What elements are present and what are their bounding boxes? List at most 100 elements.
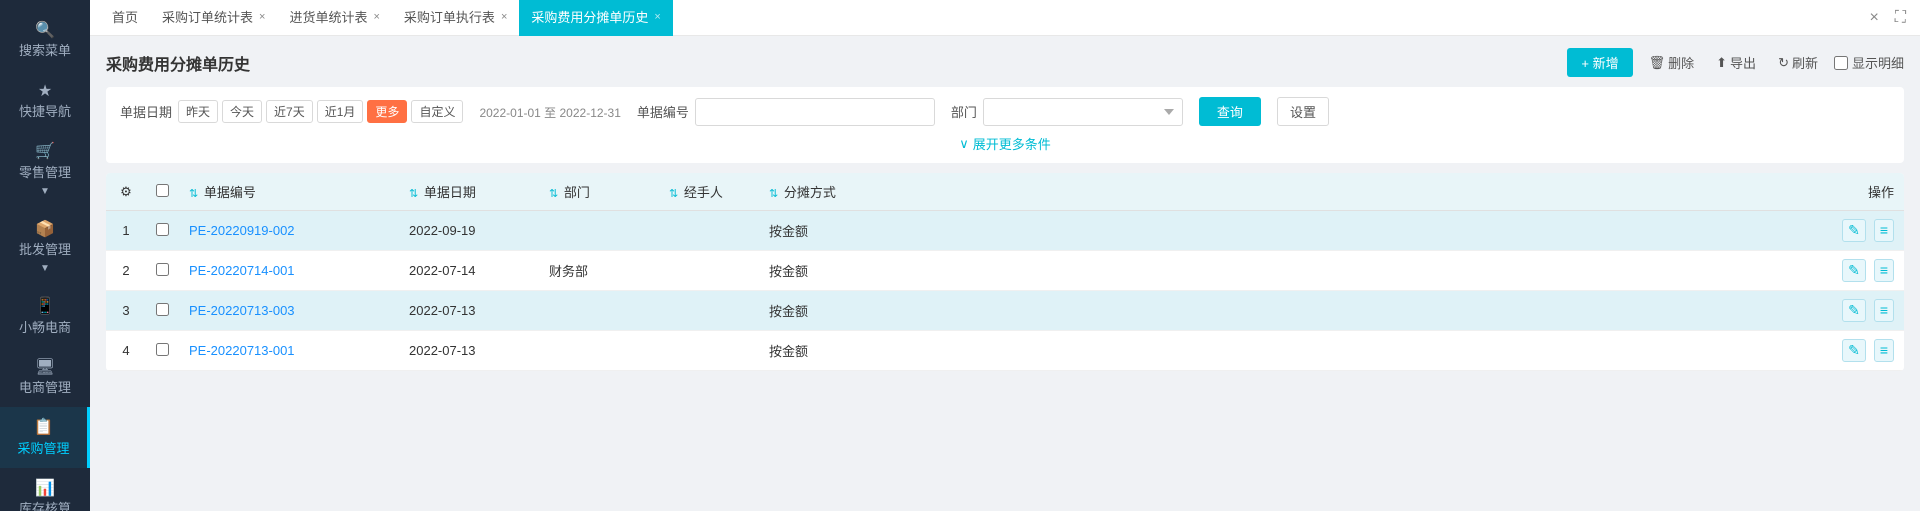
cell-split-method: 按金额 xyxy=(759,331,1814,371)
cell-dept xyxy=(539,331,659,371)
sidebar-item-shortcut[interactable]: ★ 快捷导航 xyxy=(0,71,90,132)
expand-more-btn[interactable]: ∨ 展开更多条件 xyxy=(959,134,1051,153)
maximize-button[interactable]: ⛶ xyxy=(1891,9,1910,27)
show-col-label[interactable]: 显示明细 xyxy=(1834,53,1904,72)
close-tab-goods-in-stat[interactable]: × xyxy=(373,11,379,23)
detail-icon[interactable]: ≡ xyxy=(1874,339,1894,362)
date-btn-1month[interactable]: 近1月 xyxy=(317,100,364,123)
doc-no-link[interactable]: PE-20220714-001 xyxy=(189,263,295,278)
table-header-row: ⚙ ⇅ 单据编号 ⇅ 单据日期 xyxy=(106,173,1904,211)
tab-purchase-cost-split[interactable]: 采购费用分摊单历史 × xyxy=(519,0,672,36)
date-btn-more[interactable]: 更多 xyxy=(367,100,407,123)
cell-check[interactable] xyxy=(146,251,179,291)
cell-seq: 2 xyxy=(106,251,146,291)
row-actions: ✎ ≡ xyxy=(1824,219,1894,242)
cell-check[interactable] xyxy=(146,331,179,371)
filter-row-main: 单据日期 昨天 今天 近7天 近1月 更多 自定义 2022-01-01 至 2… xyxy=(120,97,1890,126)
close-tab-purchase-order-exec[interactable]: × xyxy=(501,11,507,23)
detail-icon[interactable]: ≡ xyxy=(1874,219,1894,242)
cell-handler xyxy=(659,331,759,371)
edit-icon[interactable]: ✎ xyxy=(1842,219,1866,242)
th-dept[interactable]: ⇅ 部门 xyxy=(539,173,659,211)
tab-purchase-order-exec[interactable]: 采购订单执行表 × xyxy=(392,0,519,36)
row-actions: ✎ ≡ xyxy=(1824,299,1894,322)
refresh-button[interactable]: ↻ 刷新 xyxy=(1772,49,1824,76)
table-row: 4 PE-20220713-001 2022-07-13 按金额 ✎ ≡ xyxy=(106,331,1904,371)
sidebar-item-mini[interactable]: 📱 小畅电商 xyxy=(0,286,90,347)
cell-seq: 4 xyxy=(106,331,146,371)
th-doc-no[interactable]: ⇅ 单据编号 xyxy=(179,173,399,211)
sort-icon-date: ⇅ xyxy=(409,188,418,200)
th-settings[interactable]: ⚙ xyxy=(106,173,146,211)
detail-icon[interactable]: ≡ xyxy=(1874,299,1894,322)
cell-doc-date: 2022-07-13 xyxy=(399,331,539,371)
date-btn-7days[interactable]: 近7天 xyxy=(266,100,313,123)
cell-ops: ✎ ≡ xyxy=(1814,291,1904,331)
cell-dept xyxy=(539,291,659,331)
tab-purchase-order-stat[interactable]: 采购订单统计表 × xyxy=(150,0,277,36)
sort-icon-handler: ⇅ xyxy=(669,188,678,200)
expand-row: ∨ 展开更多条件 xyxy=(120,134,1890,153)
show-col-checkbox[interactable] xyxy=(1834,56,1848,70)
row-checkbox[interactable] xyxy=(156,263,169,276)
close-tab-purchase-order-stat[interactable]: × xyxy=(259,11,265,23)
cell-dept: 财务部 xyxy=(539,251,659,291)
cell-doc-no: PE-20220714-001 xyxy=(179,251,399,291)
doc-no-link[interactable]: PE-20220713-001 xyxy=(189,343,295,358)
th-ops: 操作 xyxy=(1814,173,1904,211)
sidebar-item-purchase[interactable]: 📋 采购管理 xyxy=(0,407,90,468)
cell-check[interactable] xyxy=(146,291,179,331)
sidebar-item-ecommerce[interactable]: 🖥 电商管理 xyxy=(0,347,90,408)
sidebar: 🔍 搜索菜单 ★ 快捷导航 🛒 零售管理 ▼ 📦 批发管理 ▼ 📱 小畅电商 🖥… xyxy=(0,0,90,511)
close-tab-purchase-cost-split[interactable]: × xyxy=(654,11,660,23)
cell-ops: ✎ ≡ xyxy=(1814,331,1904,371)
doc-no-link[interactable]: PE-20220713-003 xyxy=(189,303,295,318)
date-btn-today[interactable]: 今天 xyxy=(222,100,262,123)
sidebar-item-search[interactable]: 🔍 搜索菜单 xyxy=(0,10,90,71)
row-checkbox[interactable] xyxy=(156,303,169,316)
th-handler[interactable]: ⇅ 经手人 xyxy=(659,173,759,211)
cell-doc-no: PE-20220713-003 xyxy=(179,291,399,331)
delete-button[interactable]: 🗑 删除 xyxy=(1643,49,1701,76)
cell-doc-date: 2022-07-14 xyxy=(399,251,539,291)
export-button[interactable]: ⬆ 导出 xyxy=(1710,49,1762,76)
table-row: 2 PE-20220714-001 2022-07-14 财务部 按金额 ✎ ≡ xyxy=(106,251,1904,291)
edit-icon[interactable]: ✎ xyxy=(1842,339,1866,362)
close-all-tabs-button[interactable]: × xyxy=(1865,9,1882,27)
query-button[interactable]: 查询 xyxy=(1199,97,1261,126)
sort-icon-dept: ⇅ xyxy=(549,188,558,200)
add-button[interactable]: + 新增 xyxy=(1567,48,1632,77)
th-check[interactable] xyxy=(146,173,179,211)
row-checkbox[interactable] xyxy=(156,223,169,236)
sidebar-item-retail[interactable]: 🛒 零售管理 ▼ xyxy=(0,131,90,209)
settings-button[interactable]: 设置 xyxy=(1277,97,1329,126)
cell-check[interactable] xyxy=(146,211,179,251)
dept-label: 部门 xyxy=(951,102,977,121)
doc-no-input[interactable] xyxy=(695,98,935,126)
date-btn-custom[interactable]: 自定义 xyxy=(411,100,463,123)
doc-no-link[interactable]: PE-20220919-002 xyxy=(189,223,295,238)
tab-goods-in-stat[interactable]: 进货单统计表 × xyxy=(277,0,391,36)
select-all-checkbox[interactable] xyxy=(156,184,169,197)
th-doc-date[interactable]: ⇅ 单据日期 xyxy=(399,173,539,211)
sidebar-item-inventory[interactable]: 📊 库存核算 xyxy=(0,468,90,511)
cell-split-method: 按金额 xyxy=(759,251,1814,291)
cell-ops: ✎ ≡ xyxy=(1814,211,1904,251)
cell-split-method: 按金额 xyxy=(759,211,1814,251)
tab-home[interactable]: 首页 xyxy=(100,0,150,36)
cell-handler xyxy=(659,211,759,251)
table-row: 3 PE-20220713-003 2022-07-13 按金额 ✎ ≡ xyxy=(106,291,1904,331)
date-btn-yesterday[interactable]: 昨天 xyxy=(178,100,218,123)
cell-split-method: 按金额 xyxy=(759,291,1814,331)
edit-icon[interactable]: ✎ xyxy=(1842,299,1866,322)
row-actions: ✎ ≡ xyxy=(1824,259,1894,282)
detail-icon[interactable]: ≡ xyxy=(1874,259,1894,282)
cell-doc-no: PE-20220713-001 xyxy=(179,331,399,371)
filter-doc-no: 单据编号 xyxy=(637,98,935,126)
dept-select[interactable] xyxy=(983,98,1183,126)
row-checkbox[interactable] xyxy=(156,343,169,356)
th-split-method[interactable]: ⇅ 分摊方式 xyxy=(759,173,1814,211)
sidebar-item-wholesale[interactable]: 📦 批发管理 ▼ xyxy=(0,209,90,287)
edit-icon[interactable]: ✎ xyxy=(1842,259,1866,282)
data-table-container: ⚙ ⇅ 单据编号 ⇅ 单据日期 xyxy=(106,173,1904,371)
